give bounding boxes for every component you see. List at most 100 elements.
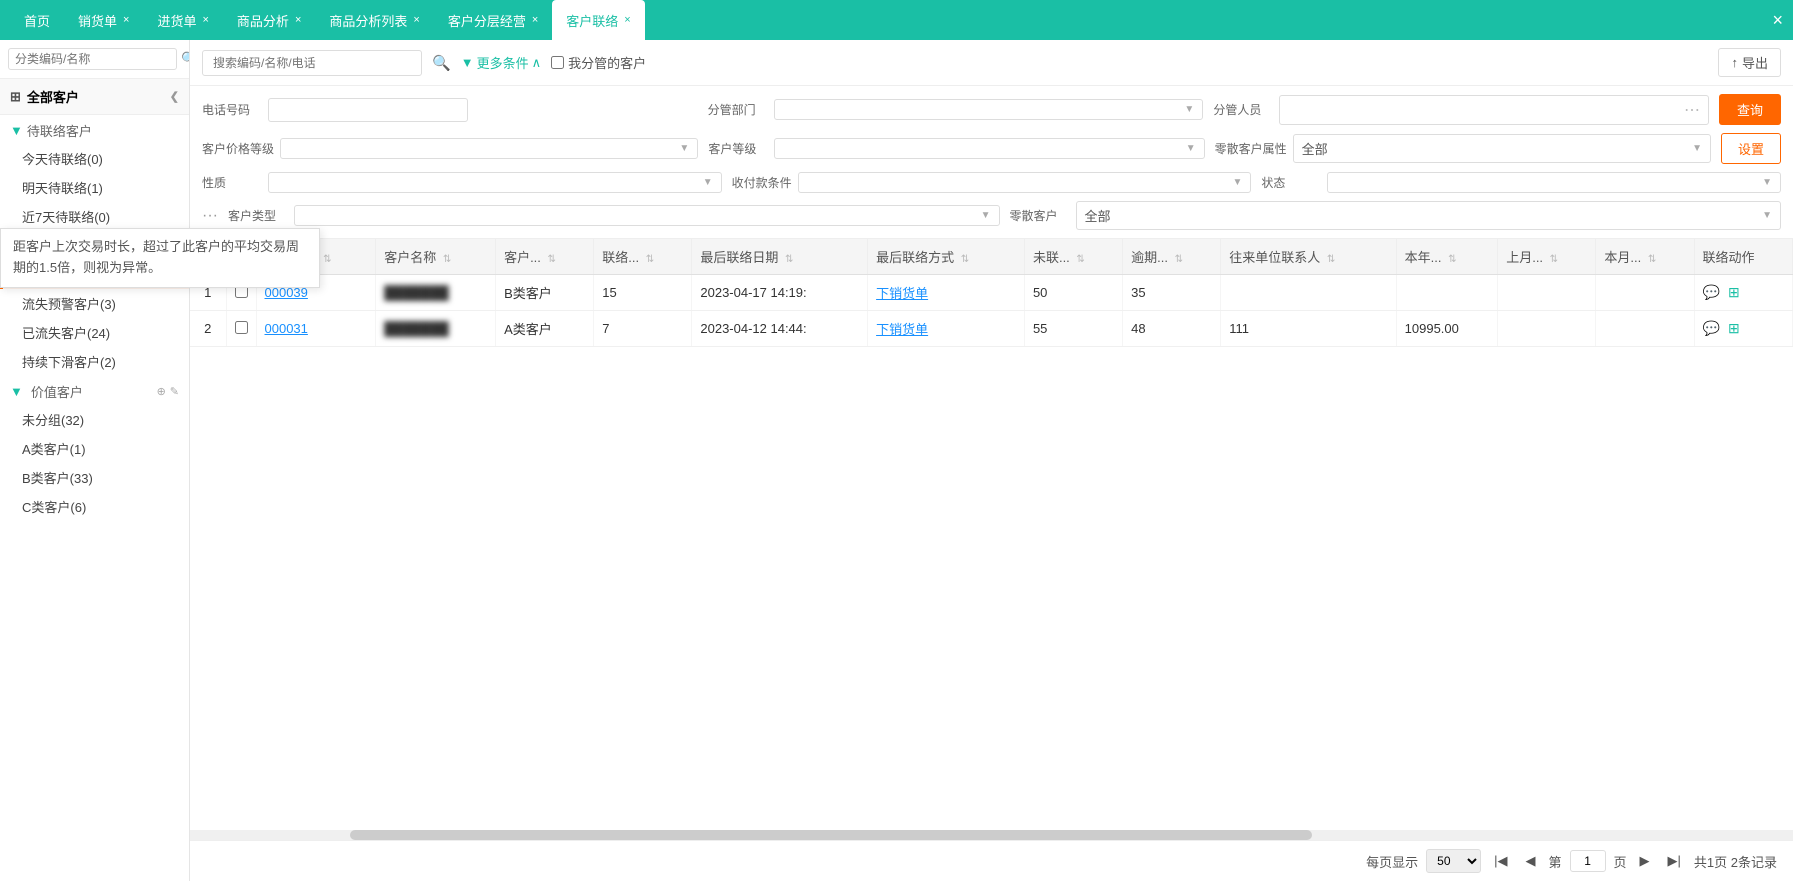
customer-type-select[interactable]: ▼ (294, 205, 1000, 226)
close-product-list[interactable]: × (413, 14, 419, 26)
manager-select[interactable]: ⋯ (1279, 95, 1709, 125)
sort-icon-type[interactable]: ⇅ (548, 254, 556, 265)
sidebar-item-b-class[interactable]: B类客户(33) (0, 463, 189, 492)
sidebar-item-c-class[interactable]: C类客户(6) (0, 492, 189, 521)
sidebar-item-7days[interactable]: 近7天待联络(0) (0, 202, 189, 231)
table-row: 2 000031 ███████ A类客户 7 2023-04-12 14:44… (190, 311, 1793, 347)
page-prev-btn[interactable]: ◀ (1521, 851, 1541, 871)
sidebar-all-customers[interactable]: ⊞ 全部客户 ❮ (0, 79, 189, 115)
manager-field: 分管人员 ⋯ (1213, 95, 1709, 125)
more-filters-dots[interactable]: ··· (202, 207, 218, 225)
sidebar-item-lost[interactable]: 已流失客户(24) (0, 318, 189, 347)
sort-icon-last-month[interactable]: ⇅ (1550, 254, 1558, 265)
close-all-tabs[interactable]: × (1772, 10, 1783, 31)
phone-input[interactable] (268, 98, 468, 122)
sort-icon-contact[interactable]: ⇅ (646, 254, 654, 265)
close-product-analysis[interactable]: × (295, 14, 301, 26)
row2-type: A类客户 (496, 311, 594, 347)
sort-icon-code[interactable]: ⇅ (323, 254, 331, 265)
row1-last-method[interactable]: 下销货单 (868, 275, 1025, 311)
nav-customer-contact[interactable]: 客户联络 × (552, 0, 644, 40)
page-next-btn[interactable]: ▶ (1635, 851, 1655, 871)
sidebar-item-declining[interactable]: 持续下滑客户(2) (0, 347, 189, 376)
row2-code[interactable]: 000031 (256, 311, 376, 347)
close-sales[interactable]: × (123, 14, 129, 26)
sidebar-item-today[interactable]: 今天待联络(0) (0, 144, 189, 173)
status-select[interactable]: ▼ (1327, 172, 1781, 193)
dept-field: 分管部门 ▼ (708, 99, 1204, 120)
filter-search-button[interactable]: 🔍 (432, 54, 451, 72)
payment-label: 收付款条件 (732, 174, 792, 191)
nav-home[interactable]: 首页 (10, 0, 64, 40)
close-purchase[interactable]: × (202, 14, 208, 26)
sort-icon-name[interactable]: ⇅ (443, 254, 451, 265)
query-button[interactable]: 查询 (1719, 94, 1781, 125)
gender-select[interactable]: ▼ (268, 172, 722, 193)
settings-button[interactable]: 设置 (1721, 133, 1781, 164)
retail-attr-select[interactable]: 全部▼ (1293, 134, 1711, 163)
row1-more-icon[interactable]: ⊞ (1728, 284, 1740, 301)
nav-product-analysis[interactable]: 商品分析 × (223, 0, 315, 40)
row1-chat-icon[interactable]: 💬 (1703, 284, 1720, 301)
page-unit: 页 (1614, 852, 1627, 871)
row2-last-method[interactable]: 下销货单 (868, 311, 1025, 347)
page-last-btn[interactable]: ▶| (1663, 851, 1686, 871)
sidebar-section-value[interactable]: ▼ 价值客户 ⊕ ✎ (0, 376, 189, 405)
sidebar-item-churn-warning[interactable]: 流失预警客户(3) (0, 289, 189, 318)
sidebar-item-tomorrow[interactable]: 明天待联络(1) (0, 173, 189, 202)
my-customers-checkbox[interactable] (551, 56, 564, 69)
row2-unit-contact: 111 (1221, 311, 1396, 347)
sidebar-search-input[interactable] (8, 48, 177, 70)
row2-chat-icon[interactable]: 💬 (1703, 320, 1720, 337)
customer-grade-select[interactable]: ▼ (280, 138, 698, 159)
add-group-icon[interactable]: ⊕ (157, 385, 166, 398)
total-label: 共1页 2条记录 (1694, 852, 1777, 871)
arrow-pending: ▼ (10, 123, 23, 138)
edit-group-icon[interactable]: ✎ (170, 385, 179, 398)
close-customer-tier[interactable]: × (532, 14, 538, 26)
horizontal-scrollbar[interactable] (190, 830, 1793, 840)
nav-product-list[interactable]: 商品分析列表 × (315, 0, 433, 40)
nav-purchase[interactable]: 进货单 × (143, 0, 222, 40)
col-overdue: 逾期... ⇅ (1123, 239, 1221, 275)
sort-icon-unit-contact[interactable]: ⇅ (1327, 254, 1335, 265)
page-first-btn[interactable]: |◀ (1489, 851, 1512, 871)
sidebar: 🔍 ⊞ 全部客户 ❮ ▼ 待联络客户 今天待联络(0) 明天待联络(1) 近7天… (0, 40, 190, 881)
filter-search-input[interactable] (202, 50, 422, 76)
page-number-input[interactable] (1570, 850, 1606, 872)
customer-level-select[interactable]: ▼ (774, 138, 1204, 159)
sort-icon-uncontacted[interactable]: ⇅ (1076, 254, 1084, 265)
payment-select[interactable]: ▼ (798, 172, 1252, 193)
tooltip-box: 距客户上次交易时长，超过了此客户的平均交易周期的1.5倍，则视为异常。 (0, 228, 190, 288)
sort-icon-this-month[interactable]: ⇅ (1648, 254, 1656, 265)
row2-select[interactable] (235, 321, 248, 334)
top-nav: 首页 销货单 × 进货单 × 商品分析 × 商品分析列表 × 客户分层经营 × … (0, 0, 1793, 40)
row2-uncontacted: 55 (1024, 311, 1122, 347)
scroll-thumb[interactable] (350, 830, 1312, 840)
sidebar-item-ungrouped[interactable]: 未分组(32) (0, 405, 189, 434)
export-button[interactable]: ↑ 导出 (1718, 48, 1781, 77)
row2-more-icon[interactable]: ⊞ (1728, 320, 1740, 337)
content-area: 🔍 ▼ 更多条件 ∧ 我分管的客户 ↑ 导出 电话号码 (190, 40, 1793, 881)
close-customer-contact[interactable]: × (624, 14, 630, 26)
dept-select[interactable]: ▼ (774, 99, 1204, 120)
row2-checkbox[interactable] (226, 311, 256, 347)
per-page-select[interactable]: 50 100 (1426, 849, 1481, 873)
customer-level-field: 客户等级 ▼ (708, 138, 1204, 159)
sidebar-item-a-class[interactable]: A类客户(1) (0, 434, 189, 463)
nav-customer-tier[interactable]: 客户分层经营 × (434, 0, 552, 40)
sidebar-section-pending[interactable]: ▼ 待联络客户 (0, 115, 189, 144)
retail-customer-select[interactable]: 全部▼ (1076, 201, 1782, 230)
more-conditions-btn[interactable]: ▼ 更多条件 ∧ (461, 53, 541, 72)
sort-icon-last-date[interactable]: ⇅ (785, 254, 793, 265)
sort-icon-last-method[interactable]: ⇅ (961, 254, 969, 265)
manager-label: 分管人员 (1213, 101, 1273, 118)
row2-no: 2 (190, 311, 226, 347)
nav-sales[interactable]: 销货单 × (64, 0, 143, 40)
sort-icon-year[interactable]: ⇅ (1448, 254, 1456, 265)
sidebar-collapse-btn[interactable]: ❮ (170, 90, 179, 103)
customer-grade-field: 客户价格等级 ▼ (202, 138, 698, 159)
sort-icon-overdue[interactable]: ⇅ (1175, 254, 1183, 265)
my-customers-checkbox-label[interactable]: 我分管的客户 (551, 53, 646, 72)
sidebar-search-icon[interactable]: 🔍 (181, 51, 190, 67)
